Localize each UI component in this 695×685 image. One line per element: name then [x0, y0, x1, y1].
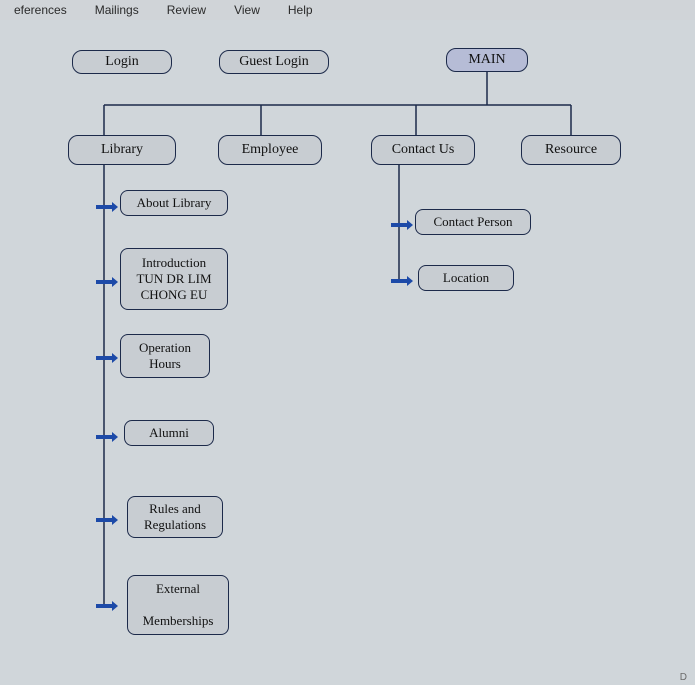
arrow-right-icon — [391, 275, 413, 287]
node-library: Library — [68, 135, 176, 165]
ribbon-tab-mailings[interactable]: Mailings — [81, 3, 153, 17]
arrow-right-icon — [96, 276, 118, 288]
node-operation-hours: Operation Hours — [120, 334, 210, 378]
arrow-right-icon — [96, 431, 118, 443]
connector-lines — [0, 20, 695, 685]
ribbon-tab-help[interactable]: Help — [274, 3, 327, 17]
node-rules-regulations: Rules and Regulations — [127, 496, 223, 538]
ribbon-tab-view[interactable]: View — [220, 3, 274, 17]
node-external-memberships: External Memberships — [127, 575, 229, 635]
arrow-right-icon — [96, 514, 118, 526]
node-about-library: About Library — [120, 190, 228, 216]
arrow-right-icon — [391, 219, 413, 231]
node-main: MAIN — [446, 48, 528, 72]
node-alumni: Alumni — [124, 420, 214, 446]
node-login: Login — [72, 50, 172, 74]
arrow-right-icon — [96, 600, 118, 612]
node-resource: Resource — [521, 135, 621, 165]
ribbon-tabs: eferences Mailings Review View Help — [0, 0, 695, 20]
arrow-right-icon — [96, 201, 118, 213]
ribbon-tab-review[interactable]: Review — [153, 3, 220, 17]
document-canvas: Login Guest Login MAIN Library Employee … — [0, 20, 695, 685]
arrow-right-icon — [96, 352, 118, 364]
node-employee: Employee — [218, 135, 322, 165]
footer-page-mark: D — [680, 672, 687, 683]
ribbon-tab-references[interactable]: eferences — [0, 3, 81, 17]
node-contact-us: Contact Us — [371, 135, 475, 165]
node-contact-person: Contact Person — [415, 209, 531, 235]
node-guest-login: Guest Login — [219, 50, 329, 74]
node-introduction: Introduction TUN DR LIM CHONG EU — [120, 248, 228, 310]
node-location: Location — [418, 265, 514, 291]
